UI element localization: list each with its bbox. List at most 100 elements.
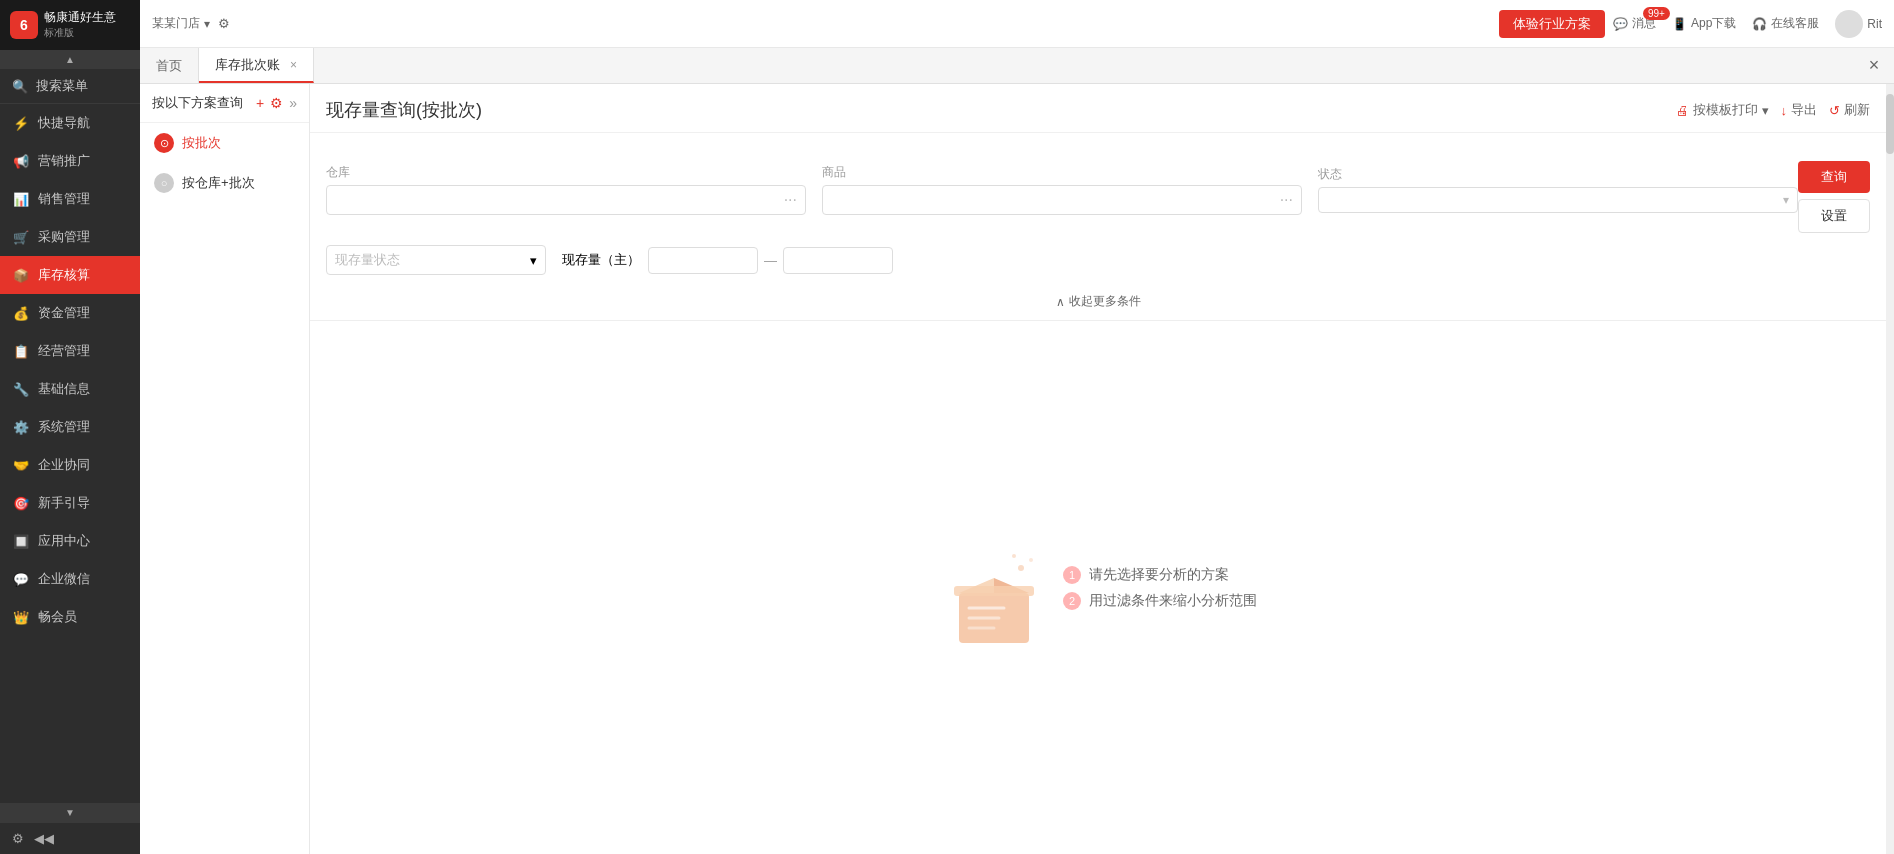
filter-status-row: 现存量状态 ▾ 现存量（主） — [310, 233, 1886, 287]
empty-hint-1: 1 请先选择要分析的方案 [1063, 566, 1257, 584]
print-label: 按模板打印 [1693, 101, 1758, 119]
right-scrollbar[interactable] [1886, 84, 1894, 854]
filter-panel-title: 按以下方案查询 [152, 94, 243, 112]
sidebar-item-operation[interactable]: 📋 经营管理 [0, 332, 140, 370]
app-center-icon: 🔲 [12, 532, 30, 550]
quantity-min-input[interactable] [648, 247, 758, 274]
sidebar-item-newbie[interactable]: 🎯 新手引导 [0, 484, 140, 522]
tab-inventory-batch[interactable]: 库存批次账 × [199, 48, 314, 83]
tab-home[interactable]: 首页 [140, 48, 199, 83]
status-filter-group: 状态 ▾ [1318, 166, 1798, 213]
settings-btn[interactable]: 设置 [1798, 199, 1870, 233]
collapse-bar[interactable]: ∧ 收起更多条件 [310, 287, 1886, 320]
sidebar-item-app-center[interactable]: 🔲 应用中心 [0, 522, 140, 560]
system-icon: ⚙️ [12, 418, 30, 436]
sidebar-item-label: 库存核算 [38, 266, 128, 284]
experience-btn[interactable]: 体验行业方案 [1499, 10, 1605, 38]
newbie-icon: 🎯 [12, 494, 30, 512]
topbar: 某某门店 ▾ ⚙ 体验行业方案 💬 消息 99+ 📱 App下载 🎧 在线客服 … [140, 0, 1894, 48]
sidebar-item-member[interactable]: 👑 畅会员 [0, 598, 140, 636]
filter-collapse-btn[interactable]: » [289, 95, 297, 111]
filter-item-batch[interactable]: ⊙ 按批次 [140, 123, 309, 163]
filter-item-warehouse-batch[interactable]: ○ 按仓库+批次 [140, 163, 309, 203]
sidebar-item-marketing[interactable]: 📢 营销推广 [0, 142, 140, 180]
avatar [1835, 10, 1863, 38]
warehouse-input[interactable] [335, 192, 784, 207]
empty-hint-2-num: 2 [1063, 592, 1081, 610]
app-download-btn[interactable]: 📱 App下载 [1672, 15, 1736, 32]
quantity-max-input[interactable] [783, 247, 893, 274]
sidebar-item-system[interactable]: ⚙️ 系统管理 [0, 408, 140, 446]
filter-panel-header: 按以下方案查询 + ⚙ » [140, 84, 309, 123]
main-close-btn[interactable]: × [1862, 54, 1886, 78]
sidebar-item-wechat[interactable]: 💬 企业微信 [0, 560, 140, 598]
sidebar-item-label: 系统管理 [38, 418, 128, 436]
filter-item-batch-icon: ⊙ [154, 133, 174, 153]
inventory-status-select[interactable]: 现存量状态 ▾ [326, 245, 546, 275]
finance-icon: 💰 [12, 304, 30, 322]
print-btn[interactable]: 🖨 按模板打印 ▾ [1676, 101, 1769, 119]
search-menu-label: 搜索菜单 [36, 77, 88, 95]
refresh-btn[interactable]: ↺ 刷新 [1829, 101, 1870, 119]
sidebar-item-label: 畅会员 [38, 608, 128, 626]
breadcrumb-chevron-icon[interactable]: ▾ [204, 17, 210, 31]
product-label: 商品 [822, 164, 1302, 181]
refresh-label: 刷新 [1844, 101, 1870, 119]
sidebar-scroll-down[interactable]: ▼ [0, 803, 140, 822]
sidebar-item-purchase[interactable]: 🛒 采购管理 [0, 218, 140, 256]
sidebar-item-enterprise[interactable]: 🤝 企业协同 [0, 446, 140, 484]
query-btn[interactable]: 查询 [1798, 161, 1870, 193]
sidebar-scroll-up[interactable]: ▲ [0, 50, 140, 69]
sidebar-settings-icon[interactable]: ⚙ [12, 831, 24, 846]
product-input[interactable] [831, 192, 1280, 207]
warehouse-label: 仓库 [326, 164, 806, 181]
product-dots-btn[interactable]: ··· [1280, 191, 1293, 209]
print-chevron-icon[interactable]: ▾ [1762, 103, 1769, 118]
svg-point-7 [1012, 554, 1016, 558]
sidebar-item-label: 经营管理 [38, 342, 128, 360]
messages-btn[interactable]: 💬 消息 99+ [1613, 15, 1656, 32]
gear-icon[interactable]: ⚙ [218, 16, 230, 31]
filter-panel: 按以下方案查询 + ⚙ » ⊙ 按批次 ○ 按仓库+批次 [140, 84, 310, 854]
status-label: 状态 [1318, 166, 1798, 183]
collapse-label: 收起更多条件 [1069, 293, 1141, 310]
inventory-status-label: 现存量状态 [335, 251, 530, 269]
svg-point-5 [1018, 565, 1024, 571]
empty-state-content: 1 请先选择要分析的方案 2 用过滤条件来缩小分析范围 [939, 538, 1257, 638]
sidebar-item-sales[interactable]: 📊 销售管理 [0, 180, 140, 218]
company-name: 畅康通好生意 [44, 10, 116, 26]
username: Rit [1867, 17, 1882, 31]
filter-settings-btn[interactable]: ⚙ [270, 95, 283, 111]
sidebar: 6 畅康通好生意 标准版 ▲ 🔍 搜索菜单 ⚡ 快捷导航 📢 营销推广 📊 销售… [0, 0, 140, 854]
purchase-icon: 🛒 [12, 228, 30, 246]
export-btn[interactable]: ↓ 导出 [1781, 101, 1818, 119]
filter-add-btn[interactable]: + [256, 95, 264, 111]
warehouse-filter-group: 仓库 ··· [326, 164, 806, 215]
sidebar-nav: ⚡ 快捷导航 📢 营销推广 📊 销售管理 🛒 采购管理 📦 库存核算 💰 资金管… [0, 104, 140, 803]
empty-text: 1 请先选择要分析的方案 2 用过滤条件来缩小分析范围 [1063, 566, 1257, 610]
search-menu[interactable]: 🔍 搜索菜单 [0, 69, 140, 104]
tabbar: 首页 库存批次账 × × [140, 48, 1894, 84]
basic-icon: 🔧 [12, 380, 30, 398]
sidebar-item-quick-nav[interactable]: ⚡ 快捷导航 [0, 104, 140, 142]
export-label: 导出 [1791, 101, 1817, 119]
quantity-label: 现存量（主） [562, 251, 640, 269]
status-select[interactable]: ▾ [1318, 187, 1798, 213]
app-logo: 6 [10, 11, 38, 39]
inventory-status-group: 现存量状态 ▾ [326, 245, 546, 275]
sidebar-collapse-icon[interactable]: ◀◀ [34, 831, 54, 846]
user-menu[interactable]: Rit [1835, 10, 1882, 38]
filter-item-batch-label: 按批次 [182, 134, 221, 152]
sidebar-item-inventory[interactable]: 📦 库存核算 [0, 256, 140, 294]
sidebar-item-basic[interactable]: 🔧 基础信息 [0, 370, 140, 408]
print-icon: 🖨 [1676, 103, 1689, 118]
scrollbar-thumb[interactable] [1886, 94, 1894, 154]
warehouse-dots-btn[interactable]: ··· [784, 191, 797, 209]
empty-hint-2: 2 用过滤条件来缩小分析范围 [1063, 592, 1257, 610]
headset-icon: 🎧 [1752, 17, 1767, 31]
messages-badge: 99+ [1643, 7, 1670, 20]
online-service-btn[interactable]: 🎧 在线客服 [1752, 15, 1819, 32]
sidebar-header: 6 畅康通好生意 标准版 [0, 0, 140, 50]
tab-close-icon[interactable]: × [290, 58, 297, 72]
sidebar-item-finance[interactable]: 💰 资金管理 [0, 294, 140, 332]
